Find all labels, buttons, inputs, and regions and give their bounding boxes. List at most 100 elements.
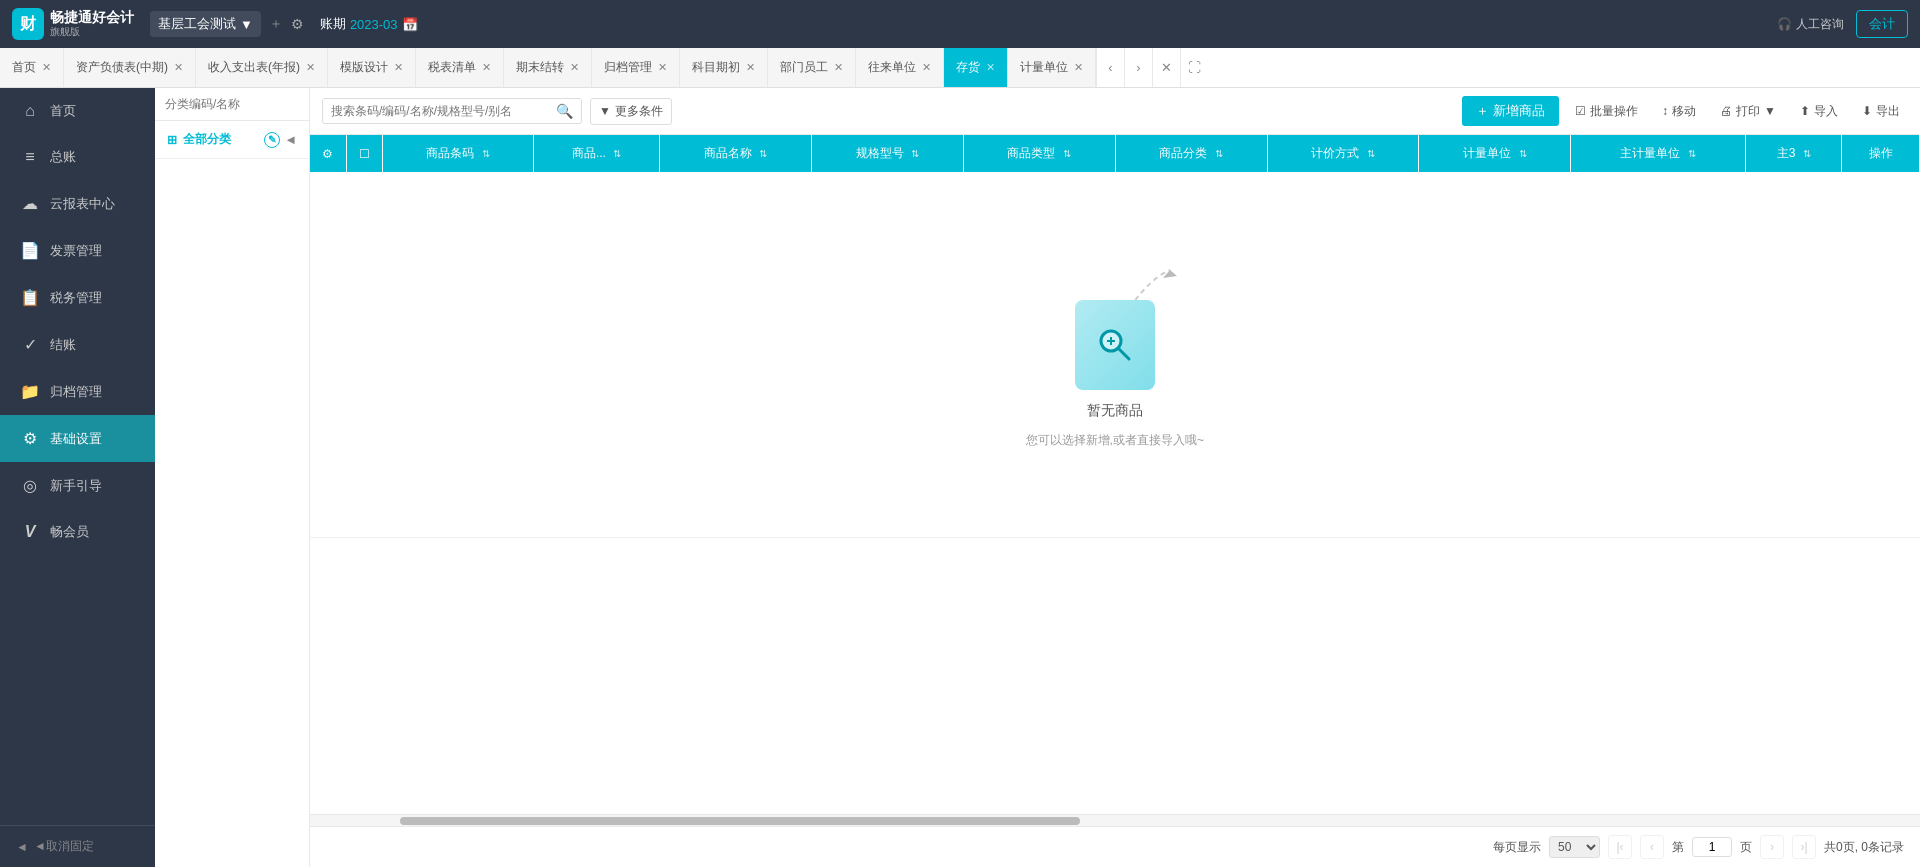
export-button[interactable]: ⬇ 导出 (1854, 99, 1908, 124)
edit-category-btn[interactable]: ✎ (264, 132, 280, 148)
sidebar-item-archive[interactable]: 📁 归档管理 (0, 368, 155, 415)
sort-main-unit[interactable]: ⇅ (1688, 148, 1696, 159)
sidebar-item-invoice[interactable]: 📄 发票管理 (0, 227, 155, 274)
header-right: 🎧 人工咨询 会计 (1777, 10, 1908, 38)
sidebar-item-tax-label: 税务管理 (50, 289, 102, 307)
batch-ops-button[interactable]: ☑ 批量操作 (1567, 99, 1646, 124)
move-button[interactable]: ↕ 移动 (1654, 99, 1704, 124)
sort-name[interactable]: ⇅ (759, 148, 767, 159)
tab-home-close[interactable]: ✕ (42, 61, 51, 74)
sidebar-item-tax[interactable]: 📋 税务管理 (0, 274, 155, 321)
import-button[interactable]: ⬆ 导入 (1792, 99, 1846, 124)
ledger-icon: ≡ (20, 148, 40, 166)
th-type-label: 商品类型 (1007, 146, 1055, 160)
tab-nav-next[interactable]: › (1124, 48, 1152, 87)
sidebar-item-report[interactable]: ☁ 云报表中心 (0, 180, 155, 227)
tab-subject[interactable]: 科目期初 ✕ (680, 48, 768, 87)
tab-archive[interactable]: 归档管理 ✕ (592, 48, 680, 87)
tab-income-close[interactable]: ✕ (306, 61, 315, 74)
sidebar-item-home[interactable]: ⌂ 首页 (0, 88, 155, 134)
th-checkbox[interactable]: ☐ (346, 135, 382, 172)
tab-unit[interactable]: 计量单位 ✕ (1008, 48, 1096, 87)
main-layout: ⌂ 首页 ≡ 总账 ☁ 云报表中心 📄 发票管理 📋 税务管理 ✓ 结账 📁 归… (0, 88, 1920, 867)
sort-spec[interactable]: ⇅ (911, 148, 919, 159)
all-categories-item[interactable]: ⊞ 全部分类 ✎ ◄ (155, 121, 309, 159)
period-label: 账期 (320, 15, 346, 33)
tab-inventory[interactable]: 存货 ✕ (944, 48, 1008, 87)
add-product-button[interactable]: ＋ 新增商品 (1462, 96, 1559, 126)
tab-inventory-label: 存货 (956, 59, 980, 76)
empty-state: 暂无商品 您可以选择新增,或者直接导入哦~ (318, 180, 1912, 529)
archive-icon: 📁 (20, 382, 40, 401)
account-button[interactable]: 会计 (1856, 10, 1908, 38)
calendar-icon[interactable]: 📅 (402, 17, 418, 32)
sidebar-item-basic[interactable]: ⚙ 基础设置 (0, 415, 155, 462)
tab-template[interactable]: 模版设计 ✕ (328, 48, 416, 87)
tab-close-current[interactable]: ✕ (1152, 48, 1180, 87)
company-selector[interactable]: 基层工会测试 ▼ (150, 11, 261, 37)
move-icon: ↕ (1662, 104, 1668, 118)
tab-archive-close[interactable]: ✕ (658, 61, 667, 74)
product-search-icon[interactable]: 🔍 (556, 103, 573, 119)
tab-period-close[interactable]: 期末结转 ✕ (504, 48, 592, 87)
tab-period-close-close[interactable]: ✕ (570, 61, 579, 74)
tab-dept-close[interactable]: ✕ (834, 61, 843, 74)
page-first-btn[interactable]: |‹ (1608, 835, 1632, 859)
per-page-select[interactable]: 50 10 20 100 (1549, 836, 1600, 858)
member-icon: V (20, 523, 40, 541)
sort-type[interactable]: ⇅ (1063, 148, 1071, 159)
collapse-panel-btn[interactable]: ◄ (284, 132, 297, 148)
page-input[interactable] (1692, 837, 1732, 857)
main-panel: 🔍 ▼ 更多条件 ＋ 新增商品 ☑ 批量操作 ↕ (310, 88, 1920, 867)
th-settings[interactable]: ⚙ (310, 135, 346, 172)
tab-unit-close[interactable]: ✕ (1074, 61, 1083, 74)
tab-nav-prev[interactable]: ‹ (1096, 48, 1124, 87)
sidebar-pin-btn[interactable]: ◄ ◄取消固定 (0, 825, 155, 867)
sidebar-item-settle[interactable]: ✓ 结账 (0, 321, 155, 368)
sort-barcode[interactable]: ⇅ (482, 148, 490, 159)
tab-tax-close[interactable]: ✕ (482, 61, 491, 74)
sort-unit[interactable]: ⇅ (1519, 148, 1527, 159)
tab-contacts[interactable]: 往来单位 ✕ (856, 48, 944, 87)
sidebar-item-member[interactable]: V 畅会员 (0, 509, 155, 555)
tab-balance-label: 资产负债表(中期) (76, 59, 168, 76)
horizontal-scrollbar[interactable] (310, 814, 1920, 826)
batch-icon: ☑ (1575, 104, 1586, 118)
tab-dept-label: 部门员工 (780, 59, 828, 76)
tab-income[interactable]: 收入支出表(年报) ✕ (196, 48, 328, 87)
tab-subject-label: 科目期初 (692, 59, 740, 76)
product-search-input[interactable] (331, 104, 550, 118)
sort-col3[interactable]: ⇅ (1803, 148, 1811, 159)
sort-code[interactable]: ⇅ (613, 148, 621, 159)
th-name: 商品名称 ⇅ (659, 135, 811, 172)
tab-subject-close[interactable]: ✕ (746, 61, 755, 74)
tab-tax[interactable]: 税表清单 ✕ (416, 48, 504, 87)
print-icon: 🖨 (1720, 104, 1732, 118)
filter-button[interactable]: ▼ 更多条件 (590, 98, 672, 125)
tab-inventory-close[interactable]: ✕ (986, 61, 995, 74)
scrollbar-thumb[interactable] (400, 817, 1080, 825)
page-prev-btn[interactable]: ‹ (1640, 835, 1664, 859)
sidebar-item-guide[interactable]: ◎ 新手引导 (0, 462, 155, 509)
print-button[interactable]: 🖨 打印 ▼ (1712, 99, 1784, 124)
tab-home[interactable]: 首页 ✕ (0, 48, 64, 87)
sort-price-method[interactable]: ⇅ (1367, 148, 1375, 159)
page-next-btn[interactable]: › (1760, 835, 1784, 859)
add-company-icon[interactable]: ＋ (269, 15, 283, 33)
tab-contacts-close[interactable]: ✕ (922, 61, 931, 74)
sidebar-item-ledger[interactable]: ≡ 总账 (0, 134, 155, 180)
page-last-btn[interactable]: ›| (1792, 835, 1816, 859)
consulting-button[interactable]: 🎧 人工咨询 (1777, 16, 1844, 33)
sort-category[interactable]: ⇅ (1215, 148, 1223, 159)
tab-dept[interactable]: 部门员工 ✕ (768, 48, 856, 87)
empty-illustration (1045, 260, 1185, 390)
tab-balance[interactable]: 资产负债表(中期) ✕ (64, 48, 196, 87)
th-barcode: 商品条码 ⇅ (382, 135, 534, 172)
tab-template-label: 模版设计 (340, 59, 388, 76)
tab-template-close[interactable]: ✕ (394, 61, 403, 74)
print-dropdown-icon: ▼ (1764, 104, 1776, 118)
tab-balance-close[interactable]: ✕ (174, 61, 183, 74)
settings-icon[interactable]: ⚙ (291, 16, 304, 32)
category-search-input[interactable] (165, 97, 315, 111)
tab-maximize[interactable]: ⛶ (1180, 48, 1208, 87)
